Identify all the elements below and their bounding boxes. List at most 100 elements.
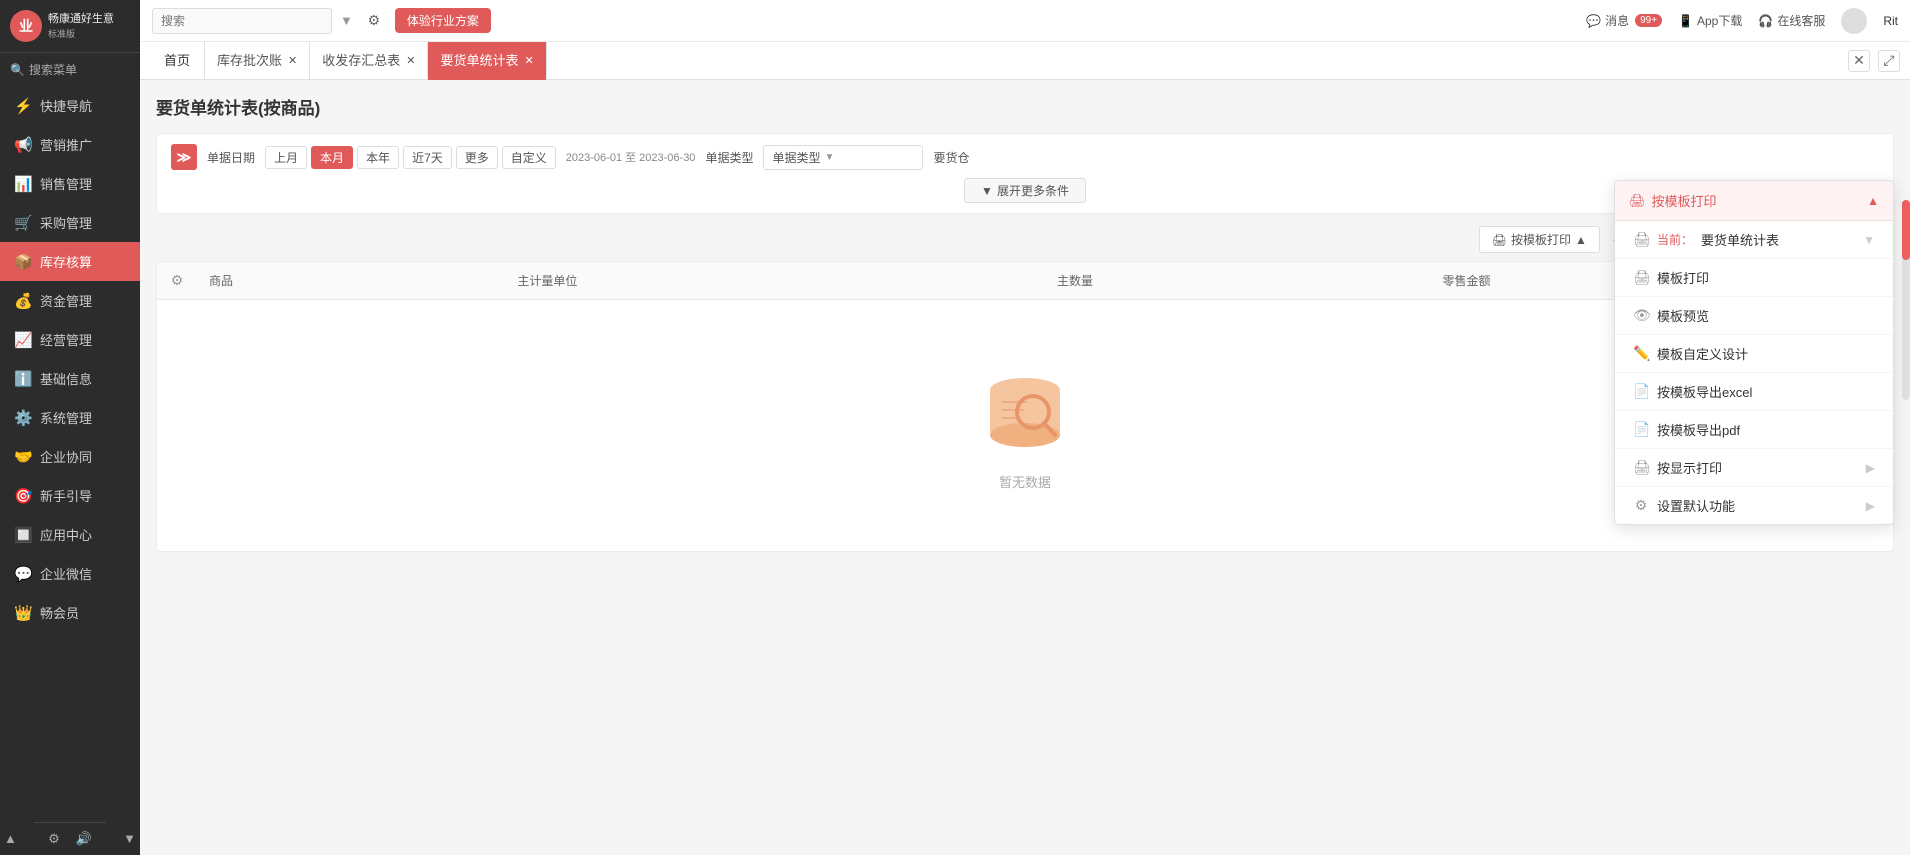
table-col-settings[interactable]: ⚙	[157, 262, 197, 300]
doc-type-select[interactable]: 单据类型 ▼	[763, 145, 923, 170]
table-col-qty: 主数量	[1045, 262, 1430, 300]
print-dropdown-template-preview[interactable]: 👁 模板预览	[1615, 297, 1893, 335]
date-btn-more[interactable]: 更多	[456, 146, 498, 169]
sidebar-item-inventory[interactable]: 📦 库存核算	[0, 242, 140, 281]
sidebar: 业 畅康通好生意 标准版 🔍 搜索菜单 ⚡ 快捷导航 📢 营销推广 📊 销售管理…	[0, 0, 140, 855]
tab-close-all-btn[interactable]: ✕	[1848, 50, 1870, 72]
print-template-btn[interactable]: 🖨 按模板打印 ▲	[1479, 226, 1600, 253]
print-dropdown-title: 🖨 按模板打印	[1629, 191, 1717, 210]
tab-inventory-batch[interactable]: 库存批次账 ✕	[205, 42, 310, 80]
topbar-right: 💬 消息 99+ 📱 App下载 🎧 在线客服 Rit	[1586, 8, 1898, 34]
sidebar-item-purchase[interactable]: 🛒 采购管理	[0, 203, 140, 242]
industry-btn[interactable]: 体验行业方案	[395, 8, 491, 33]
tab-order-stats[interactable]: 要货单统计表 ✕	[428, 42, 546, 80]
purchase-label: 采购管理	[40, 213, 92, 232]
print-dropdown-template-print[interactable]: 🖨 模板打印	[1615, 259, 1893, 297]
sidebar-item-operations[interactable]: 📈 经营管理	[0, 320, 140, 359]
corp-wechat-label: 企业微信	[40, 564, 92, 583]
date-btn-this-year[interactable]: 本年	[357, 146, 399, 169]
expand-more-btn[interactable]: ▼ 展开更多条件	[964, 178, 1086, 203]
marketing-icon: 📢	[14, 136, 32, 154]
sidebar-search-menu[interactable]: 🔍 搜索菜单	[0, 53, 140, 86]
print-template-arrow: ▲	[1575, 233, 1587, 247]
page-title: 要货单统计表(按商品)	[156, 94, 1894, 119]
sales-icon: 📊	[14, 175, 32, 193]
sidebar-item-quick-nav[interactable]: ⚡ 快捷导航	[0, 86, 140, 125]
inventory-icon: 📦	[14, 253, 32, 271]
logo-icon: 业	[10, 10, 42, 42]
inventory-label: 库存核算	[40, 252, 92, 271]
current-item-icon: 🖨	[1633, 231, 1649, 248]
sidebar-logo[interactable]: 业 畅康通好生意 标准版	[0, 0, 140, 53]
tab-inventory-batch-label: 库存批次账	[217, 42, 282, 80]
messages-btn[interactable]: 💬 消息 99+	[1586, 12, 1662, 29]
sidebar-item-system[interactable]: ⚙️ 系统管理	[0, 398, 140, 437]
goods-label: 要货仓	[933, 149, 969, 166]
sidebar-item-new-guide[interactable]: 🎯 新手引导	[0, 476, 140, 515]
template-preview-icon: 👁	[1633, 307, 1649, 324]
sidebar-scroll-up[interactable]: ▲	[0, 827, 21, 850]
settings-icon[interactable]: ⚙	[48, 831, 60, 847]
print-dropdown-chevron[interactable]: ▲	[1867, 194, 1879, 208]
speaker-icon[interactable]: 🔊	[76, 831, 92, 847]
topbar: ▼ ⚙ 体验行业方案 💬 消息 99+ 📱 App下载 🎧 在线客服 Rit	[140, 0, 1910, 42]
topbar-gear-icon[interactable]: ⚙	[361, 8, 387, 34]
scrollbar-thumb[interactable]	[1902, 200, 1910, 260]
tab-order-stats-label: 要货单统计表	[440, 42, 518, 80]
doc-type-select-arrow: ▼	[824, 152, 834, 163]
sidebar-item-enterprise[interactable]: 🤝 企业协同	[0, 437, 140, 476]
tab-inventory-batch-close[interactable]: ✕	[288, 42, 297, 80]
topbar-search-input[interactable]	[152, 8, 332, 34]
empty-illustration	[975, 360, 1075, 460]
filter-expand-btn[interactable]: ≫	[171, 144, 197, 170]
sidebar-item-finance[interactable]: 💰 资金管理	[0, 281, 140, 320]
tab-maximize-btn[interactable]: ⤢	[1878, 50, 1900, 72]
marketing-label: 营销推广	[40, 135, 92, 154]
user-avatar[interactable]	[1841, 8, 1867, 34]
sidebar-item-marketing[interactable]: 📢 营销推广	[0, 125, 140, 164]
template-custom-icon: ✏️	[1633, 345, 1649, 362]
tab-order-stats-close[interactable]: ✕	[525, 42, 534, 80]
expand-more-label: 展开更多条件	[997, 182, 1069, 199]
system-icon: ⚙️	[14, 409, 32, 427]
sidebar-item-basics[interactable]: ℹ️ 基础信息	[0, 359, 140, 398]
date-btn-custom[interactable]: 自定义	[502, 146, 556, 169]
date-btn-last-month[interactable]: 上月	[265, 146, 307, 169]
tabs-right: ✕ ⤢	[1848, 50, 1900, 72]
online-service-btn[interactable]: 🎧 在线客服	[1758, 12, 1825, 29]
col-unit-label: 主计量单位	[517, 274, 577, 288]
print-dropdown-export-excel[interactable]: 📄 按模板导出excel	[1615, 373, 1893, 411]
topbar-dropdown-arrow[interactable]: ▼	[340, 13, 353, 28]
basics-label: 基础信息	[40, 369, 92, 388]
export-excel-label: 按模板导出excel	[1657, 382, 1752, 401]
sidebar-scroll-down[interactable]: ▼	[119, 827, 140, 850]
col-settings-icon[interactable]: ⚙	[171, 272, 184, 288]
app-download-icon: 📱	[1678, 14, 1693, 28]
messages-badge: 99+	[1635, 14, 1662, 27]
sales-label: 销售管理	[40, 174, 92, 193]
print-dropdown-display-print[interactable]: 🖨 按显示打印 ▶	[1615, 449, 1893, 487]
print-dropdown-export-pdf[interactable]: 📄 按模板导出pdf	[1615, 411, 1893, 449]
print-dropdown-set-default[interactable]: ⚙ 设置默认功能 ▶	[1615, 487, 1893, 524]
operations-label: 经营管理	[40, 330, 92, 349]
sidebar-item-member[interactable]: 👑 畅会员	[0, 593, 140, 632]
tab-home[interactable]: 首页	[150, 42, 205, 80]
sidebar-item-corp-wechat[interactable]: 💬 企业微信	[0, 554, 140, 593]
sidebar-item-sales[interactable]: 📊 销售管理	[0, 164, 140, 203]
sidebar-nav: ⚡ 快捷导航 📢 营销推广 📊 销售管理 🛒 采购管理 📦 库存核算 💰 资金管…	[0, 86, 140, 822]
tab-receipt-summary[interactable]: 收发存汇总表 ✕	[310, 42, 428, 80]
template-print-icon: 🖨	[1633, 269, 1649, 286]
scroll-down-arrows: ▼	[123, 831, 136, 846]
messages-icon: 💬	[1586, 14, 1601, 28]
sidebar-item-app-center[interactable]: 🔲 应用中心	[0, 515, 140, 554]
date-btn-this-month[interactable]: 本月	[311, 146, 353, 169]
print-template-icon: 🖨	[1492, 233, 1507, 247]
print-dropdown-current[interactable]: 🖨 当前： 要货单统计表 ▼	[1615, 221, 1893, 259]
date-btn-7days[interactable]: 近7天	[403, 146, 452, 169]
app-center-label: 应用中心	[40, 525, 92, 544]
template-custom-label: 模板自定义设计	[1657, 344, 1748, 363]
print-dropdown-template-custom[interactable]: ✏️ 模板自定义设计	[1615, 335, 1893, 373]
app-download-btn[interactable]: 📱 App下载	[1678, 12, 1742, 29]
sidebar-bottom: ⚙ 🔊	[34, 822, 106, 855]
tab-receipt-summary-close[interactable]: ✕	[406, 42, 415, 80]
